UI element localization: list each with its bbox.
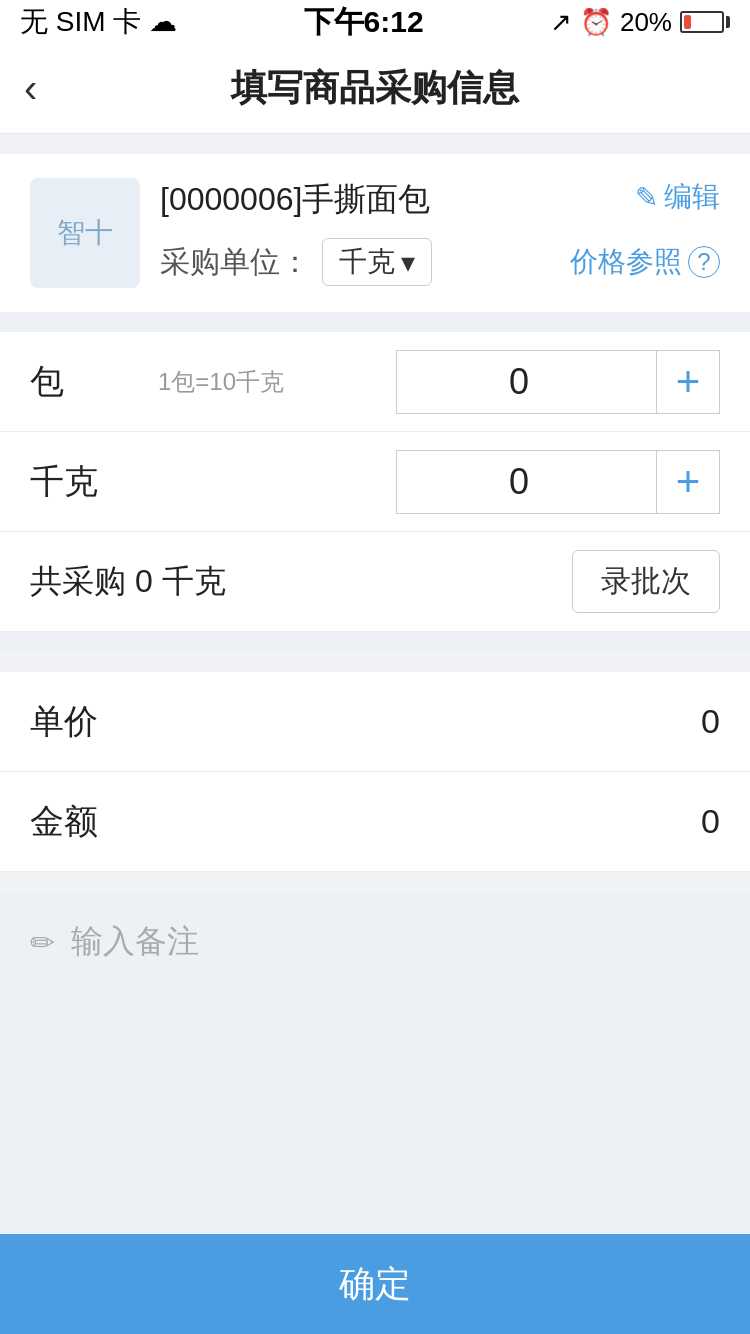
status-right: ↗ ⏰ 20% bbox=[550, 7, 730, 38]
price-ref-label: 价格参照 bbox=[570, 243, 682, 281]
alarm-icon: ⏰ bbox=[580, 7, 612, 38]
battery-label: 20% bbox=[620, 7, 672, 38]
amount-value: 0 bbox=[701, 802, 720, 841]
price-section: 单价 0 金额 0 bbox=[0, 672, 750, 872]
battery-icon bbox=[680, 11, 730, 33]
edit-icon: ✎ bbox=[635, 181, 658, 214]
product-unit-row: 采购单位： 千克 ▾ 价格参照 ? bbox=[160, 238, 720, 286]
unit-value: 千克 bbox=[339, 243, 395, 281]
input-section: 包 1包=10千克 + 千克 + 共采购 0 千克 bbox=[0, 332, 750, 632]
section-divider-1 bbox=[0, 312, 750, 332]
nav-bar: ‹ 填写商品采购信息 bbox=[0, 44, 750, 134]
price-ref-icon: ? bbox=[688, 246, 720, 278]
section-divider-2 bbox=[0, 632, 750, 652]
confirm-label: 确定 bbox=[339, 1260, 411, 1309]
back-button[interactable]: ‹ bbox=[24, 66, 37, 111]
bag-plus-button[interactable]: + bbox=[656, 350, 720, 414]
location-icon: ↗ bbox=[550, 7, 572, 38]
batch-label: 录批次 bbox=[601, 564, 691, 597]
unit-price-value: 0 bbox=[701, 702, 720, 741]
notes-placeholder: 输入备注 bbox=[71, 920, 199, 964]
bag-input-controls: + bbox=[396, 350, 720, 414]
product-name-row: [0000006]手撕面包 ✎ 编辑 bbox=[160, 178, 720, 222]
bag-plus-icon: + bbox=[676, 358, 701, 406]
summary-text: 共采购 0 千克 bbox=[30, 560, 226, 604]
kg-quantity-input[interactable] bbox=[396, 450, 656, 514]
bag-sublabel: 1包=10千克 bbox=[158, 366, 396, 398]
product-name-text: [0000006]手撕面包 bbox=[160, 178, 619, 222]
status-bar: 无 SIM 卡 ☁ 下午6:12 ↗ ⏰ 20% bbox=[0, 0, 750, 44]
confirm-button[interactable]: 确定 bbox=[0, 1234, 750, 1334]
product-info: [0000006]手撕面包 ✎ 编辑 采购单位： 千克 ▾ 价格参照 ? bbox=[160, 178, 720, 286]
unit-select[interactable]: 千克 ▾ bbox=[322, 238, 432, 286]
notes-section[interactable]: ✏ 输入备注 bbox=[0, 892, 750, 992]
edit-button[interactable]: ✎ 编辑 bbox=[635, 178, 720, 216]
kg-plus-button[interactable]: + bbox=[656, 450, 720, 514]
product-thumbnail: 智十 bbox=[30, 178, 140, 288]
product-card: 智十 [0000006]手撕面包 ✎ 编辑 采购单位： 千克 ▾ bbox=[0, 154, 750, 312]
kg-input-controls: + bbox=[396, 450, 720, 514]
kg-plus-icon: + bbox=[676, 458, 701, 506]
price-ref-button[interactable]: 价格参照 ? bbox=[570, 243, 720, 281]
bag-label: 包 bbox=[30, 359, 150, 405]
kg-label: 千克 bbox=[30, 459, 150, 505]
status-time: 下午6:12 bbox=[304, 2, 424, 43]
page-title: 填写商品采购信息 bbox=[231, 64, 519, 113]
unit-price-label: 单价 bbox=[30, 699, 98, 745]
edit-label: 编辑 bbox=[664, 178, 720, 216]
status-left: 无 SIM 卡 ☁ bbox=[20, 3, 177, 41]
unit-price-row: 单价 0 bbox=[0, 672, 750, 772]
amount-row: 金额 0 bbox=[0, 772, 750, 872]
amount-label: 金额 bbox=[30, 799, 98, 845]
bag-input-row: 包 1包=10千克 + bbox=[0, 332, 750, 432]
dropdown-icon: ▾ bbox=[401, 246, 415, 279]
sim-label: 无 SIM 卡 ☁ bbox=[20, 3, 177, 41]
product-thumb-text: 智十 bbox=[57, 214, 113, 252]
bag-quantity-input[interactable] bbox=[396, 350, 656, 414]
summary-row: 共采购 0 千克 录批次 bbox=[0, 532, 750, 632]
unit-label: 采购单位： bbox=[160, 242, 310, 283]
kg-input-row: 千克 + bbox=[0, 432, 750, 532]
notes-icon: ✏ bbox=[30, 925, 55, 960]
back-icon: ‹ bbox=[24, 66, 37, 111]
batch-button[interactable]: 录批次 bbox=[572, 550, 720, 613]
